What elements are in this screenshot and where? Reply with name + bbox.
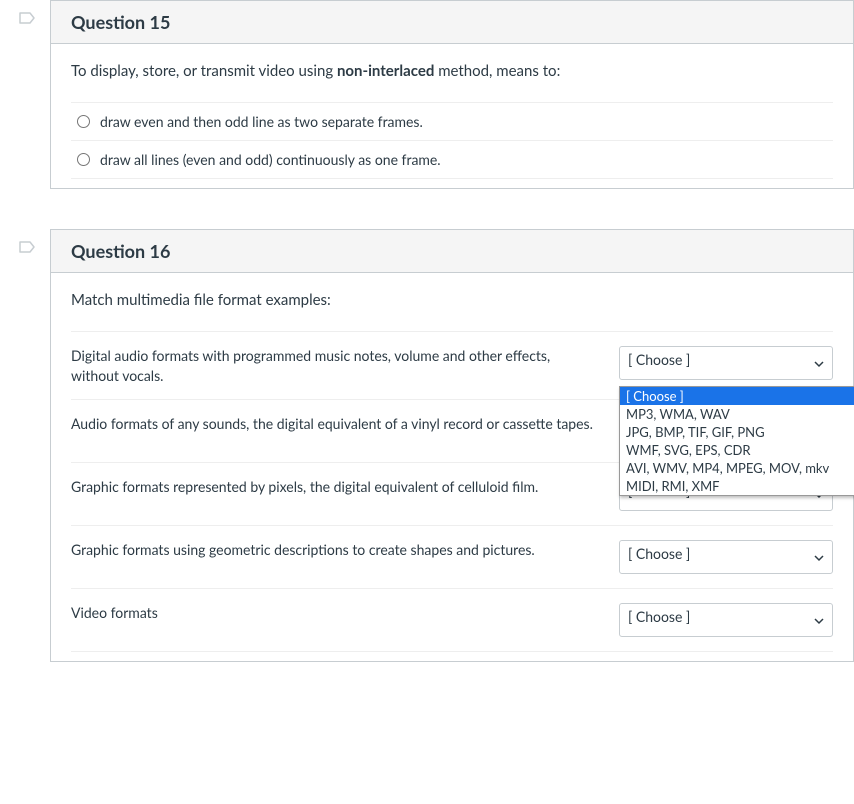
answer-option[interactable]: draw even and then odd line as two separ… [71,102,833,140]
answer-text: draw all lines (even and odd) continuous… [100,151,441,168]
match-prompt: Graphic formats using geometric descript… [71,540,599,560]
match-row: Digital audio formats with programmed mu… [71,331,833,399]
dropdown-option[interactable]: MP3, WMA, WAV [620,405,854,423]
dropdown-menu: [ Choose ] MP3, WMA, WAV JPG, BMP, TIF, … [619,386,854,496]
radio-input[interactable] [77,115,90,128]
dropdown-option[interactable]: MIDI, RMI, XMF [620,477,854,495]
flag-icon[interactable] [17,240,37,260]
dropdown-option[interactable]: WMF, SVG, EPS, CDR [620,441,854,459]
stem-bold: non-interlaced [337,62,434,80]
question-stem: Match multimedia file format examples: [71,291,833,309]
question-16: Question 16 Match multimedia file format… [50,229,854,662]
question-body: Match multimedia file format examples: D… [51,273,853,661]
match-prompt: Video formats [71,603,599,623]
question-title: Question 16 [51,230,853,273]
match-select[interactable]: [ Choose ] [619,346,833,380]
flag-icon[interactable] [17,11,37,31]
match-prompt: Audio formats of any sounds, the digital… [71,414,599,434]
divider [71,651,833,657]
match-select[interactable]: [ Choose ] [619,603,833,637]
divider [71,178,833,184]
match-select-wrap: [ Choose ] [619,540,833,574]
dropdown-option[interactable]: AVI, WMV, MP4, MPEG, MOV, mkv [620,459,854,477]
match-select-wrap: [ Choose ] [619,603,833,637]
answer-text: draw even and then odd line as two separ… [100,113,423,130]
question-title: Question 15 [51,1,853,44]
dropdown-option[interactable]: [ Choose ] [620,387,854,405]
answer-option[interactable]: draw all lines (even and odd) continuous… [71,140,833,178]
question-body: To display, store, or transmit video usi… [51,44,853,188]
radio-input[interactable] [77,153,90,166]
match-select-wrap: [ Choose ] [ Choose ] MP3, WMA, WAV JPG,… [619,346,833,380]
match-row: Graphic formats using geometric descript… [71,525,833,588]
match-row: Video formats [ Choose ] [71,588,833,651]
stem-text: To display, store, or transmit video usi… [71,62,337,80]
stem-text: method, means to: [434,62,560,80]
dropdown-option[interactable]: JPG, BMP, TIF, GIF, PNG [620,423,854,441]
match-select[interactable]: [ Choose ] [619,540,833,574]
question-15: Question 15 To display, store, or transm… [50,0,854,189]
question-stem: To display, store, or transmit video usi… [71,62,833,80]
match-prompt: Graphic formats represented by pixels, t… [71,477,599,497]
match-prompt: Digital audio formats with programmed mu… [71,346,599,385]
